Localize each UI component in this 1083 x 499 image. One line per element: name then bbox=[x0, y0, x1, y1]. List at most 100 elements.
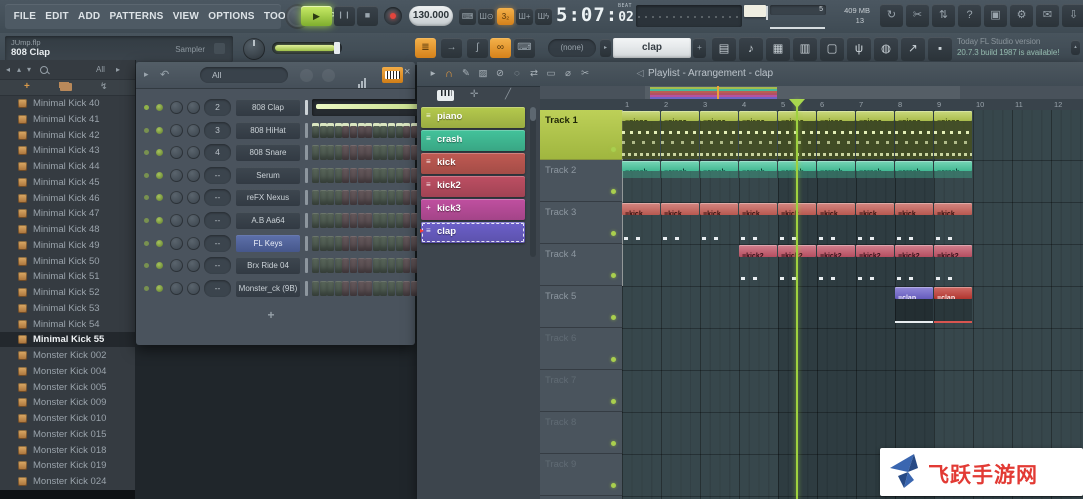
keyboard-editor-icon[interactable] bbox=[382, 67, 403, 83]
blend-notes-icon[interactable]: Ш+ bbox=[516, 8, 533, 25]
step-cell[interactable] bbox=[365, 213, 373, 228]
track-mute-led-icon[interactable] bbox=[611, 315, 616, 320]
browser-item[interactable]: Minimal Kick 43 bbox=[0, 143, 135, 158]
track-mute-led-icon[interactable] bbox=[611, 399, 616, 404]
pan-knob[interactable] bbox=[170, 146, 183, 160]
preview-icon[interactable]: ◁ bbox=[632, 66, 648, 82]
rack-knob-2[interactable] bbox=[322, 69, 335, 82]
mixer-target-box[interactable]: -- bbox=[204, 166, 231, 184]
step-cell[interactable] bbox=[365, 258, 373, 274]
channel-name-button[interactable]: Brx Ride 04 bbox=[236, 257, 300, 275]
channel-mini-slider[interactable] bbox=[305, 100, 308, 115]
clip-kick[interactable]: ≡kick bbox=[895, 203, 933, 243]
step-cell[interactable] bbox=[312, 280, 319, 296]
step-cell[interactable] bbox=[334, 190, 342, 206]
browser-item[interactable]: Minimal Kick 46 bbox=[0, 191, 135, 206]
step-cell[interactable] bbox=[365, 235, 373, 251]
step-cell[interactable] bbox=[388, 235, 395, 251]
step-cell[interactable] bbox=[395, 258, 403, 274]
mixer-target-box[interactable]: -- bbox=[204, 234, 231, 252]
channel-select-led-icon[interactable] bbox=[144, 105, 149, 110]
browser-item[interactable]: Monster Kick 002 bbox=[0, 348, 135, 363]
channel-mini-slider[interactable] bbox=[305, 235, 308, 251]
pan-knob[interactable] bbox=[170, 168, 183, 182]
step-cell[interactable] bbox=[372, 167, 380, 183]
clip-kick[interactable]: ≡kick bbox=[856, 203, 894, 243]
step-cell[interactable] bbox=[312, 145, 319, 161]
channel-mute-led-icon[interactable] bbox=[156, 126, 163, 134]
pattern-item-kick2[interactable]: ≡ kick2 bbox=[421, 176, 525, 197]
channel-mute-led-icon[interactable] bbox=[156, 239, 163, 247]
step-cell[interactable] bbox=[350, 258, 357, 274]
browser-item[interactable]: Minimal Kick 50 bbox=[0, 254, 135, 269]
track-mute-led-icon[interactable] bbox=[611, 189, 616, 194]
volume-knob[interactable] bbox=[187, 123, 200, 137]
browser-tab-plugin-icon[interactable]: ↯ bbox=[100, 81, 108, 92]
browser-item[interactable]: Minimal Kick 44 bbox=[0, 159, 135, 174]
channel-name-button[interactable]: 808 Snare bbox=[236, 144, 300, 162]
playlist-icon[interactable]: ▤ bbox=[712, 37, 736, 61]
browser-item[interactable]: Minimal Kick 47 bbox=[0, 206, 135, 221]
step-cell[interactable] bbox=[334, 145, 342, 161]
step-cell[interactable] bbox=[395, 190, 403, 206]
clip-piano[interactable]: ≡piano bbox=[856, 111, 894, 159]
volume-knob[interactable] bbox=[187, 236, 200, 250]
track-mute-led-icon[interactable] bbox=[611, 483, 616, 488]
mixer-icon[interactable]: ▥ bbox=[793, 37, 817, 61]
step-cell[interactable] bbox=[327, 213, 335, 228]
wait-for-input-icon[interactable]: Ш⊙ bbox=[478, 8, 495, 25]
clip-clap[interactable]: ≡clap bbox=[895, 287, 933, 323]
channel-mini-slider[interactable] bbox=[305, 167, 308, 183]
pan-knob[interactable] bbox=[170, 281, 183, 295]
clip-kick[interactable]: ≡kick bbox=[700, 203, 738, 243]
step-cell[interactable] bbox=[388, 145, 395, 161]
notice-collapse-button[interactable]: ▴ bbox=[1071, 40, 1080, 55]
cut-icon[interactable]: ✂ bbox=[906, 4, 929, 27]
step-cell[interactable] bbox=[357, 258, 365, 274]
step-cell[interactable] bbox=[357, 122, 365, 138]
step-cell[interactable] bbox=[357, 190, 365, 206]
step-cell[interactable] bbox=[342, 145, 350, 161]
pan-knob[interactable] bbox=[170, 214, 183, 227]
step-cell[interactable] bbox=[388, 190, 395, 206]
clip-piano[interactable]: ≡piano bbox=[895, 111, 933, 159]
tempo-tap-icon[interactable]: ◍ bbox=[874, 37, 898, 61]
step-cell[interactable] bbox=[327, 167, 335, 183]
pattern-spinner[interactable]: + bbox=[693, 38, 706, 58]
channel-select-led-icon[interactable] bbox=[144, 150, 149, 156]
download-icon[interactable]: ⇩ bbox=[1062, 4, 1083, 27]
channel-mute-led-icon[interactable] bbox=[156, 194, 163, 202]
track-lane[interactable] bbox=[622, 286, 1083, 329]
clip-kick[interactable]: ≡kick bbox=[817, 203, 855, 243]
step-cell[interactable] bbox=[395, 213, 403, 228]
step-cell[interactable] bbox=[350, 145, 357, 161]
picker-scrollbar-thumb[interactable] bbox=[530, 107, 536, 121]
menu-item-file[interactable]: FILE bbox=[9, 11, 41, 22]
rack-undo-icon[interactable]: ↶ bbox=[160, 68, 169, 81]
volume-knob[interactable] bbox=[187, 101, 200, 114]
clip-piano[interactable]: ≡piano bbox=[622, 111, 660, 159]
step-cell[interactable] bbox=[380, 145, 388, 161]
step-cell[interactable] bbox=[342, 280, 350, 296]
step-cell[interactable] bbox=[403, 190, 411, 206]
graph-editor-icon[interactable] bbox=[358, 70, 367, 88]
pause-button[interactable]: ❙❙ bbox=[334, 6, 355, 26]
step-cell[interactable] bbox=[327, 145, 335, 161]
channel-mute-led-icon[interactable] bbox=[156, 104, 163, 111]
piano-roll-icon[interactable]: ♪ bbox=[739, 37, 763, 61]
pan-knob[interactable] bbox=[170, 101, 183, 114]
channel-select-led-icon[interactable] bbox=[144, 172, 149, 178]
controller-selector[interactable]: (none) bbox=[548, 39, 596, 57]
browser-item[interactable]: Minimal Kick 49 bbox=[0, 238, 135, 253]
browser-item[interactable]: Monster Kick 010 bbox=[0, 411, 135, 426]
clip-clap[interactable]: ≡clap bbox=[934, 287, 972, 323]
step-cell[interactable] bbox=[342, 258, 350, 274]
channel-select-led-icon[interactable] bbox=[144, 285, 149, 291]
loop-record-icon[interactable]: Шϟ bbox=[535, 8, 552, 25]
channel-mini-slider[interactable] bbox=[305, 280, 308, 296]
clip-crash[interactable]: ≡crash bbox=[622, 161, 660, 178]
step-cell[interactable] bbox=[334, 258, 342, 274]
cut-tool-icon[interactable]: ✂ bbox=[577, 66, 593, 82]
mixer-target-box[interactable]: -- bbox=[204, 257, 231, 275]
step-cell[interactable] bbox=[365, 190, 373, 206]
